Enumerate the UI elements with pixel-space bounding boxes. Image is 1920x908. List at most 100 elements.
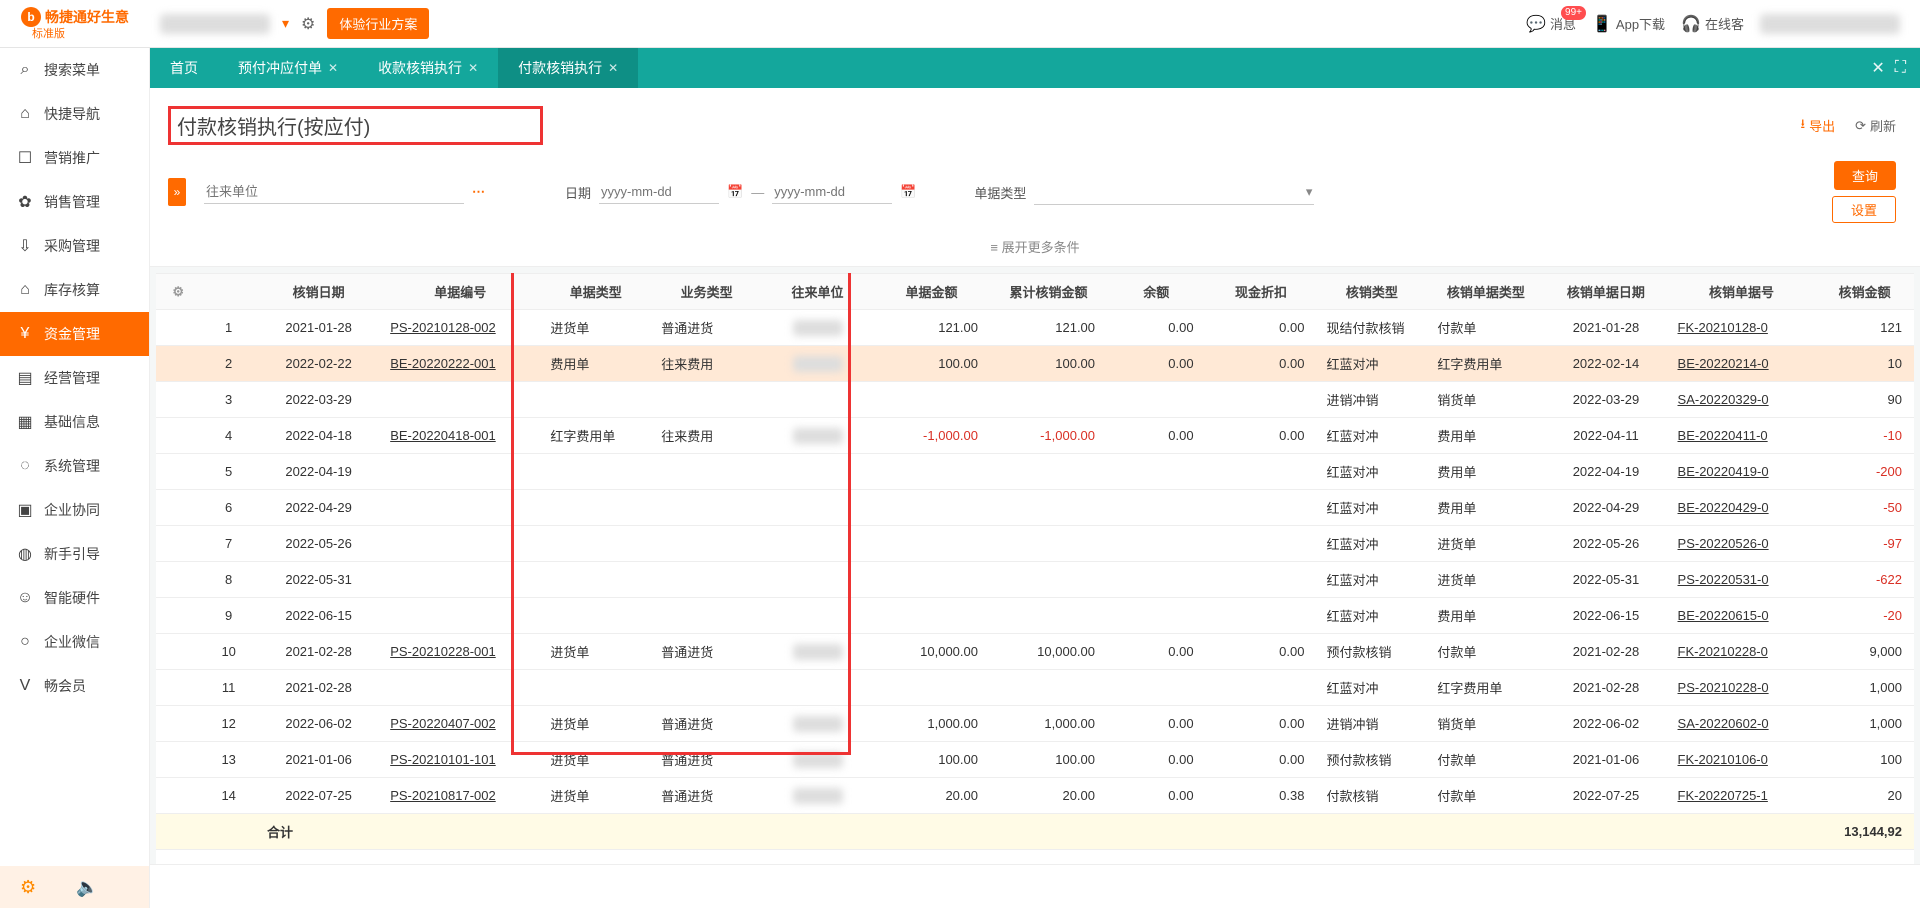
cell-amt xyxy=(873,526,990,562)
table-row[interactable]: 42022-04-18BE-20220418-001红字费用单往来费用-1,00… xyxy=(156,418,1914,454)
refresh-link[interactable]: ⟳ 刷新 xyxy=(1855,116,1896,135)
tab-1[interactable]: 预付冲应付单✕ xyxy=(218,48,358,88)
table-row[interactable]: 82022-05-31红蓝对冲进货单2022-05-31PS-20220531-… xyxy=(156,562,1914,598)
sidebar-item-5[interactable]: ⌂库存核算 xyxy=(0,268,149,312)
table-settings-icon[interactable]: ⚙ xyxy=(172,284,184,299)
speaker-icon[interactable]: 🔈 xyxy=(76,877,98,898)
party-picker-icon[interactable]: ⋯ xyxy=(472,184,487,200)
doc-link[interactable]: BE-20220418-001 xyxy=(390,428,496,443)
close-icon[interactable]: ✕ xyxy=(468,61,478,75)
vdoc-link[interactable]: BE-20220214-0 xyxy=(1678,356,1769,371)
col-cum[interactable]: 累计核销金额 xyxy=(990,274,1107,310)
calendar-icon[interactable]: 📅 xyxy=(727,184,743,200)
sidebar-item-9[interactable]: ◌系统管理 xyxy=(0,444,149,488)
vdoc-link[interactable]: BE-20220411-0 xyxy=(1678,428,1768,443)
doc-link[interactable]: BE-20220222-001 xyxy=(390,356,496,371)
cell-vamt: -10 xyxy=(1815,418,1914,454)
col-doc[interactable]: 单据编号 xyxy=(380,274,540,310)
settings-icon[interactable]: ⚙ xyxy=(20,877,36,898)
vdoc-link[interactable]: PS-20220526-0 xyxy=(1678,536,1769,551)
col-party[interactable]: 往来单位 xyxy=(762,274,873,310)
vdoc-link[interactable]: FK-20210106-0 xyxy=(1678,752,1768,767)
sidebar-item-10[interactable]: ▣企业协同 xyxy=(0,488,149,532)
sidebar-item-1[interactable]: ⌂快捷导航 xyxy=(0,92,149,136)
date-from-input[interactable] xyxy=(599,180,719,204)
app-download-link[interactable]: 📱 App下载 xyxy=(1592,14,1665,34)
table-row[interactable]: 62022-04-29红蓝对冲费用单2022-04-29BE-20220429-… xyxy=(156,490,1914,526)
table-row[interactable]: 132021-01-06PS-20210101-101进货单普通进货100.00… xyxy=(156,742,1914,778)
col-dtype[interactable]: 单据类型 xyxy=(540,274,651,310)
col-disc[interactable]: 现金折扣 xyxy=(1206,274,1317,310)
vdoc-link[interactable]: FK-20210128-0 xyxy=(1678,320,1768,335)
calendar-icon[interactable]: 📅 xyxy=(900,184,916,200)
close-icon[interactable]: ✕ xyxy=(608,61,618,75)
table-row[interactable]: 72022-05-26红蓝对冲进货单2022-05-26PS-20220526-… xyxy=(156,526,1914,562)
vdoc-link[interactable]: PS-20220531-0 xyxy=(1678,572,1769,587)
col-btype[interactable]: 业务类型 xyxy=(651,274,762,310)
table-row[interactable]: 22022-02-22BE-20220222-001费用单往来费用100.001… xyxy=(156,346,1914,382)
col-bal[interactable]: 余额 xyxy=(1107,274,1206,310)
experience-button[interactable]: 体验行业方案 xyxy=(327,8,429,39)
expand-filters-toggle[interactable]: ≡ 展开更多条件 xyxy=(150,233,1920,267)
col-vdoc[interactable]: 核销单据号 xyxy=(1668,274,1816,310)
col-amt[interactable]: 单据金额 xyxy=(873,274,990,310)
messages-link[interactable]: 💬 消息 99+ xyxy=(1526,14,1576,34)
table-row[interactable]: 142022-07-25PS-20210817-002进货单普通进货20.002… xyxy=(156,778,1914,814)
tab-2[interactable]: 收款核销执行✕ xyxy=(358,48,498,88)
vdoc-link[interactable]: BE-20220419-0 xyxy=(1678,464,1769,479)
cell-bal: 0.00 xyxy=(1107,706,1206,742)
doc-link[interactable]: PS-20210101-101 xyxy=(390,752,496,767)
query-button[interactable]: 查询 xyxy=(1834,161,1896,190)
sidebar-item-3[interactable]: ✿销售管理 xyxy=(0,180,149,224)
vdoc-link[interactable]: SA-20220602-0 xyxy=(1678,716,1769,731)
settings-button[interactable]: 设置 xyxy=(1832,196,1896,223)
col-vdate[interactable]: 核销单据日期 xyxy=(1544,274,1667,310)
date-to-input[interactable] xyxy=(772,180,892,204)
cell-bal xyxy=(1107,562,1206,598)
fullscreen-icon[interactable]: ⛶ xyxy=(1895,59,1906,77)
party-input[interactable] xyxy=(204,180,464,204)
online-service-link[interactable]: 🎧 在线客 xyxy=(1681,14,1744,34)
col-date[interactable]: 核销日期 xyxy=(257,274,380,310)
sidebar-item-2[interactable]: ☐营销推广 xyxy=(0,136,149,180)
chevron-down-icon[interactable]: ▾ xyxy=(282,15,289,32)
table-row[interactable]: 52022-04-19红蓝对冲费用单2022-04-19BE-20220419-… xyxy=(156,454,1914,490)
close-all-icon[interactable]: ✕ xyxy=(1871,58,1884,78)
tab-3[interactable]: 付款核销执行✕ xyxy=(498,48,638,88)
vdoc-link[interactable]: FK-20220725-1 xyxy=(1678,788,1768,803)
tab-0[interactable]: 首页 xyxy=(150,48,218,88)
sidebar-item-6[interactable]: ¥资金管理 xyxy=(0,312,149,356)
sidebar-item-12[interactable]: ☺智能硬件 xyxy=(0,576,149,620)
doc-link[interactable]: PS-20210817-002 xyxy=(390,788,496,803)
export-link[interactable]: ⭳ 导出 xyxy=(1801,115,1836,137)
vdoc-link[interactable]: SA-20220329-0 xyxy=(1678,392,1769,407)
doc-link[interactable]: PS-20210228-001 xyxy=(390,644,496,659)
collapse-filter-button[interactable]: » xyxy=(168,178,186,206)
vdoc-link[interactable]: FK-20210228-0 xyxy=(1678,644,1768,659)
sidebar-item-13[interactable]: ○企业微信 xyxy=(0,620,149,664)
table-row[interactable]: 102021-02-28PS-20210228-001进货单普通进货10,000… xyxy=(156,634,1914,670)
cell-doc: PS-20220407-002 xyxy=(380,706,540,742)
sidebar-item-7[interactable]: ▤经营管理 xyxy=(0,356,149,400)
col-vt[interactable]: 核销类型 xyxy=(1316,274,1427,310)
sidebar-item-11[interactable]: ◍新手引导 xyxy=(0,532,149,576)
doc-type-select[interactable]: ▾ xyxy=(1034,180,1314,205)
col-vamt[interactable]: 核销金额 xyxy=(1815,274,1914,310)
table-row[interactable]: 112021-02-28红蓝对冲红字费用单2021-02-28PS-202102… xyxy=(156,670,1914,706)
close-icon[interactable]: ✕ xyxy=(328,61,338,75)
doc-link[interactable]: PS-20210128-002 xyxy=(390,320,496,335)
doc-link[interactable]: PS-20220407-002 xyxy=(390,716,496,731)
table-row[interactable]: 12021-01-28PS-20210128-002进货单普通进货121.001… xyxy=(156,310,1914,346)
sidebar-item-14[interactable]: V畅会员 xyxy=(0,664,149,708)
vdoc-link[interactable]: BE-20220615-0 xyxy=(1678,608,1769,623)
table-row[interactable]: 32022-03-29进销冲销销货单2022-03-29SA-20220329-… xyxy=(156,382,1914,418)
sidebar-item-8[interactable]: ▦基础信息 xyxy=(0,400,149,444)
vdoc-link[interactable]: BE-20220429-0 xyxy=(1678,500,1769,515)
table-row[interactable]: 122022-06-02PS-20220407-002进货单普通进货1,000.… xyxy=(156,706,1914,742)
vdoc-link[interactable]: PS-20210228-0 xyxy=(1678,680,1769,695)
table-row[interactable]: 92022-06-15红蓝对冲费用单2022-06-15BE-20220615-… xyxy=(156,598,1914,634)
sidebar-item-0[interactable]: ⌕搜索菜单 xyxy=(0,48,149,92)
sidebar-item-4[interactable]: ⇩采购管理 xyxy=(0,224,149,268)
gear-icon[interactable]: ⚙ xyxy=(301,14,315,34)
col-vdt[interactable]: 核销单据类型 xyxy=(1427,274,1544,310)
